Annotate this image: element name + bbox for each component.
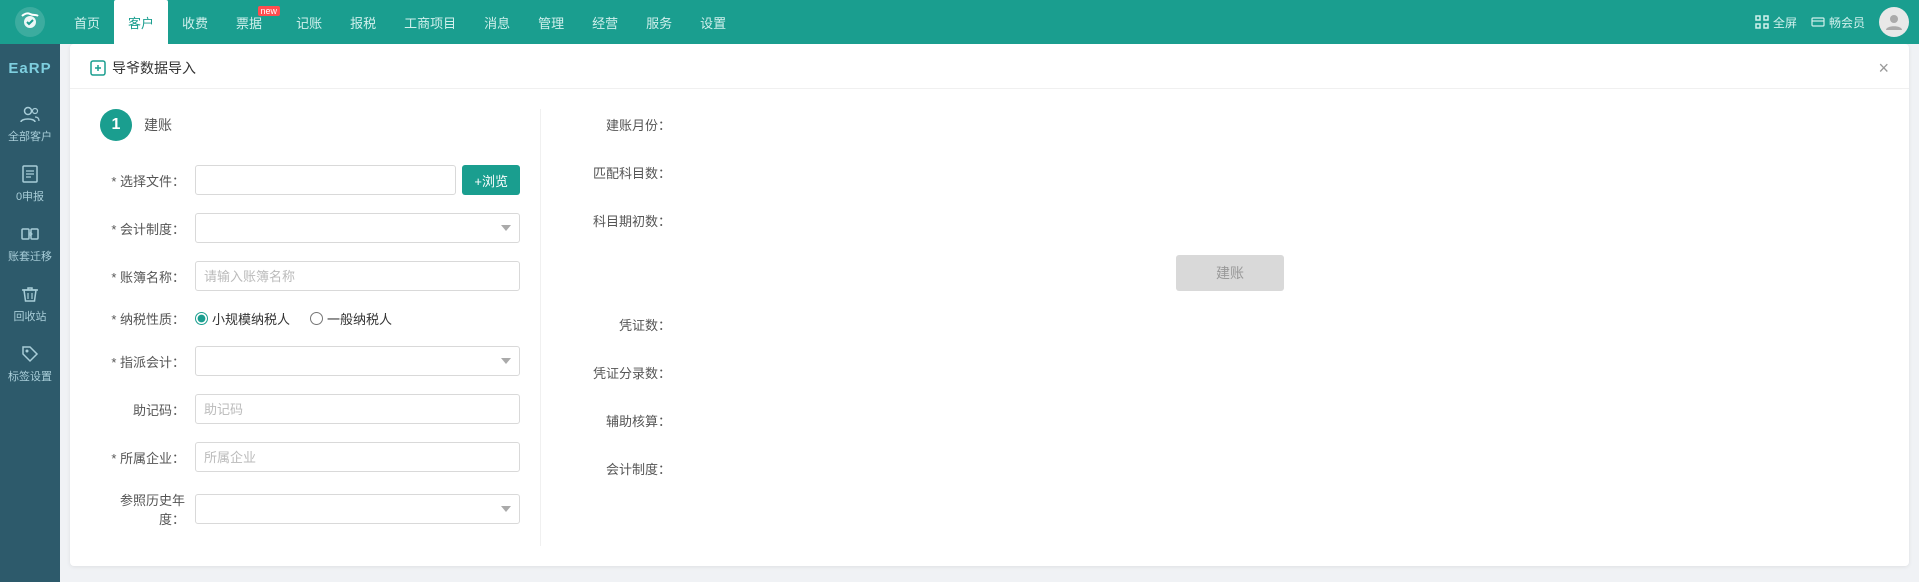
dialog-body: 1 建账 * 选择文件： +浏览 * 会计制度：: [70, 89, 1909, 566]
nav-invoice[interactable]: 票据 new: [222, 0, 282, 44]
subject-initial-value: [681, 205, 1879, 235]
vip-btn[interactable]: 畅会员: [1811, 14, 1865, 31]
ledger-name-label: * 账簿名称：: [100, 267, 185, 286]
sidebar-branding: EaRP: [4, 54, 55, 84]
company-input[interactable]: [195, 442, 520, 472]
aux-accounting-row: 辅助核算：: [581, 405, 1879, 435]
sidebar-item-all-customers[interactable]: 全部客户: [4, 96, 56, 152]
company-label: * 所属企业：: [100, 448, 185, 467]
aux-accounting-label: 辅助核算：: [581, 411, 671, 430]
subject-initial-row: 科目期初数：: [581, 205, 1879, 235]
dialog-header: 导爷数据导入 ×: [70, 44, 1909, 89]
tax-type-radio-group: 小规模纳税人 一般纳税人: [195, 309, 520, 328]
nav-service[interactable]: 服务: [632, 0, 686, 44]
step-label: 建账: [144, 115, 172, 135]
memo-code-label: 助记码：: [100, 400, 185, 419]
voucher-entries-row: 凭证分录数：: [581, 357, 1879, 387]
accountant-select[interactable]: [195, 346, 520, 376]
sidebar-item-trash[interactable]: 回收站: [4, 276, 56, 332]
sidebar-item-label: 0申报: [16, 188, 44, 204]
file-select-row: * 选择文件： +浏览: [100, 165, 520, 195]
tax-small-input[interactable]: [195, 312, 208, 325]
voucher-count-row: 凭证数：: [581, 309, 1879, 339]
voucher-entries-label: 凭证分录数：: [581, 363, 671, 382]
nav-items: 首页 客户 收费 票据 new 记账 报税 工商项目 消息 管理 经营 服务 设…: [60, 0, 1755, 44]
fullscreen-btn[interactable]: 全屏: [1755, 14, 1797, 31]
tax-type-label: * 纳税性质：: [100, 309, 185, 328]
tax-type-row: * 纳税性质： 小规模纳税人 一般纳税人: [100, 309, 520, 328]
sidebar-item-migration[interactable]: 账套迁移: [4, 216, 56, 272]
sidebar: EaRP 全部客户 0申报 账套迁移 回收站: [0, 44, 60, 582]
nav-settings[interactable]: 设置: [686, 0, 740, 44]
sidebar-item-tag-settings[interactable]: 标签设置: [4, 336, 56, 392]
memo-code-input[interactable]: [195, 394, 520, 424]
form-step-header: 1 建账: [100, 109, 520, 141]
accounting-system-info-label: 会计制度：: [581, 459, 671, 478]
accounting-system-select[interactable]: [195, 213, 520, 243]
nav-tax[interactable]: 报税: [336, 0, 390, 44]
accounting-system-label: * 会计制度：: [100, 219, 185, 238]
sidebar-item-label: 标签设置: [8, 368, 52, 384]
nav-bookkeeping[interactable]: 记账: [282, 0, 336, 44]
avatar[interactable]: [1879, 7, 1909, 37]
nav-fees[interactable]: 收费: [168, 0, 222, 44]
import-icon: [90, 60, 106, 76]
dialog-panel: 导爷数据导入 × 1 建账 * 选择文件： +浏览: [70, 44, 1909, 566]
nav-business[interactable]: 工商项目: [390, 0, 470, 44]
nav-home[interactable]: 首页: [60, 0, 114, 44]
sidebar-item-label: 全部客户: [8, 128, 52, 144]
dialog-close-button[interactable]: ×: [1878, 59, 1889, 77]
nav-operation[interactable]: 经营: [578, 0, 632, 44]
main-content: 导爷数据导入 × 1 建账 * 选择文件： +浏览: [60, 44, 1919, 582]
reference-year-label: 参照历史年度：: [100, 490, 185, 528]
build-button[interactable]: 建账: [1176, 255, 1284, 291]
ledger-name-input[interactable]: [195, 261, 520, 291]
nav-message[interactable]: 消息: [470, 0, 524, 44]
tax-small-radio[interactable]: 小规模纳税人: [195, 309, 290, 328]
build-month-row: 建账月份：: [581, 109, 1879, 139]
file-label: * 选择文件：: [100, 171, 185, 190]
new-badge: new: [258, 6, 281, 16]
top-nav: 首页 客户 收费 票据 new 记账 报税 工商项目 消息 管理 经营 服务 设…: [0, 0, 1919, 44]
sidebar-item-label: 账套迁移: [8, 248, 52, 264]
accountant-label: * 指派会计：: [100, 352, 185, 371]
reference-year-row: 参照历史年度：: [100, 490, 520, 528]
memo-code-row: 助记码：: [100, 394, 520, 424]
voucher-entries-value: [681, 357, 1879, 387]
match-subjects-label: 匹配科目数：: [581, 163, 671, 182]
nav-right: 全屏 畅会员: [1755, 7, 1909, 37]
ledger-name-row: * 账簿名称：: [100, 261, 520, 291]
form-right: 建账月份： 匹配科目数： 科目期初数： 建账 凭证数：: [540, 109, 1879, 546]
subject-initial-label: 科目期初数：: [581, 211, 671, 230]
match-subjects-row: 匹配科目数：: [581, 157, 1879, 187]
nav-manage[interactable]: 管理: [524, 0, 578, 44]
voucher-count-label: 凭证数：: [581, 315, 671, 334]
form-left: 1 建账 * 选择文件： +浏览 * 会计制度：: [100, 109, 520, 546]
nav-customer[interactable]: 客户: [114, 0, 168, 44]
build-month-label: 建账月份：: [581, 115, 671, 134]
accounting-system-info-value: [681, 453, 1879, 483]
company-row: * 所属企业：: [100, 442, 520, 472]
accounting-system-row: * 会计制度：: [100, 213, 520, 243]
sidebar-item-declaration[interactable]: 0申报: [4, 156, 56, 212]
logo[interactable]: [10, 2, 50, 42]
accounting-system-info-row: 会计制度：: [581, 453, 1879, 483]
sidebar-item-label: 回收站: [14, 308, 47, 324]
aux-accounting-value: [681, 405, 1879, 435]
match-subjects-value: [681, 157, 1879, 187]
build-month-value: [681, 109, 1879, 139]
tax-general-input[interactable]: [310, 312, 323, 325]
file-input-group: +浏览: [195, 165, 520, 195]
voucher-count-value: [681, 309, 1879, 339]
file-input[interactable]: [195, 165, 456, 195]
dialog-title: 导爷数据导入: [90, 58, 196, 78]
tax-general-radio[interactable]: 一般纳税人: [310, 309, 392, 328]
browse-button[interactable]: +浏览: [462, 165, 520, 195]
build-btn-area: 建账: [581, 255, 1879, 291]
step-circle: 1: [100, 109, 132, 141]
reference-year-select[interactable]: [195, 494, 520, 524]
accountant-row: * 指派会计：: [100, 346, 520, 376]
